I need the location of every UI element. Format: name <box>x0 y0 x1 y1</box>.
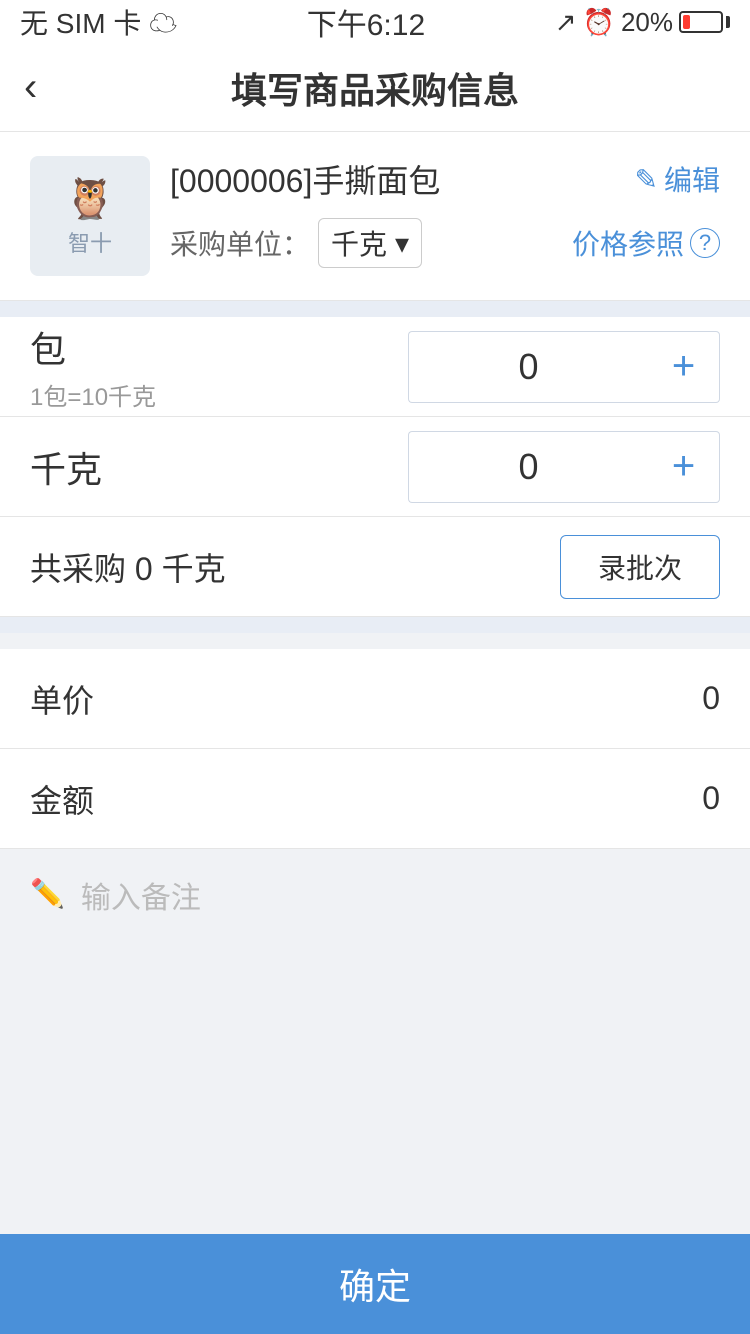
confirm-button[interactable]: 确定 <box>0 1234 750 1334</box>
product-card: 🦉 智十 [0000006]手撕面包 ✎ 编辑 采购单位： 千克 ▾ <box>0 132 750 301</box>
status-time: 下午6:12 <box>307 0 425 44</box>
kg-quantity-input[interactable] <box>408 431 648 503</box>
batch-button[interactable]: 录批次 <box>560 535 720 599</box>
owl-icon: 🦉 <box>65 175 115 222</box>
edit-label: 编辑 <box>664 159 720 199</box>
amount-label: 金额 <box>30 776 94 822</box>
bao-input-control: + <box>210 331 720 403</box>
confirm-label: 确定 <box>339 1258 411 1310</box>
status-bar: 无 SIM 卡 ☁ 下午6:12 ↗ ⏰ 20% <box>0 0 750 44</box>
main-content: 🦉 智十 [0000006]手撕面包 ✎ 编辑 采购单位： 千克 ▾ <box>0 132 750 1329</box>
price-ref-label: 价格参照 <box>572 223 684 263</box>
unit-prefix: 采购单位： <box>170 223 310 263</box>
page-title: 填写商品采购信息 <box>231 62 519 114</box>
product-title-row: [0000006]手撕面包 ✎ 编辑 <box>170 156 720 202</box>
remark-section[interactable]: ✏️ 输入备注 <box>0 849 750 1029</box>
kg-label-group: 千克 <box>30 441 210 493</box>
price-info-section: 单价 0 金额 0 <box>0 649 750 849</box>
content-spacer <box>0 1029 750 1229</box>
bao-quantity-input[interactable] <box>408 331 648 403</box>
bao-sub-label: 1包=10千克 <box>30 377 210 412</box>
bao-plus-button[interactable]: + <box>648 331 720 403</box>
battery-percent: 20% <box>621 7 673 38</box>
remark-placeholder: 输入备注 <box>81 873 201 917</box>
status-right: ↗ ⏰ 20% <box>555 7 730 38</box>
kg-input-control: + <box>210 431 720 503</box>
total-row: 共采购 0 千克 录批次 <box>0 517 750 617</box>
question-icon: ? <box>690 228 720 258</box>
product-name: [0000006]手撕面包 <box>170 156 440 202</box>
total-label: 共采购 0 千克 <box>30 544 226 590</box>
kg-main-label: 千克 <box>30 441 210 493</box>
unit-select[interactable]: 千克 ▾ <box>318 218 422 268</box>
status-left: 无 SIM 卡 ☁ <box>20 2 177 42</box>
unit-price-row: 单价 0 <box>0 649 750 749</box>
product-unit-row: 采购单位： 千克 ▾ 价格参照 ? <box>170 218 720 268</box>
nav-bar: ‹ 填写商品采购信息 <box>0 44 750 132</box>
unit-price-label: 单价 <box>30 676 94 722</box>
bao-label-group: 包 1包=10千克 <box>30 321 210 412</box>
alarm-icon: ⏰ <box>583 7 615 38</box>
price-ref-button[interactable]: 价格参照 ? <box>572 223 720 263</box>
unit-price-value: 0 <box>702 680 720 717</box>
product-info: [0000006]手撕面包 ✎ 编辑 采购单位： 千克 ▾ 价格参照 ? <box>170 156 720 268</box>
edit-icon: ✎ <box>635 163 658 196</box>
edit-button[interactable]: ✎ 编辑 <box>635 159 720 199</box>
pencil-icon: ✏️ <box>30 877 65 910</box>
kg-input-row: 千克 + <box>0 417 750 517</box>
product-image: 🦉 智十 <box>30 156 150 276</box>
amount-value: 0 <box>702 780 720 817</box>
location-icon: ↗ <box>555 7 577 38</box>
dropdown-icon: ▾ <box>395 227 409 260</box>
battery-indicator <box>679 11 730 33</box>
no-sim-label: 无 SIM 卡 ☁ <box>20 2 177 42</box>
unit-value: 千克 <box>331 223 387 263</box>
amount-row: 金额 0 <box>0 749 750 849</box>
back-button[interactable]: ‹ <box>24 65 37 110</box>
bao-input-row: 包 1包=10千克 + <box>0 317 750 417</box>
kg-plus-button[interactable]: + <box>648 431 720 503</box>
product-image-placeholder: 🦉 智十 <box>65 175 115 258</box>
quantity-section: 包 1包=10千克 + 千克 + 共采购 0 千克 录批次 <box>0 317 750 617</box>
bao-main-label: 包 <box>30 321 210 373</box>
brand-text: 智十 <box>68 226 112 258</box>
section-separator-2 <box>0 617 750 633</box>
section-separator-1 <box>0 301 750 317</box>
